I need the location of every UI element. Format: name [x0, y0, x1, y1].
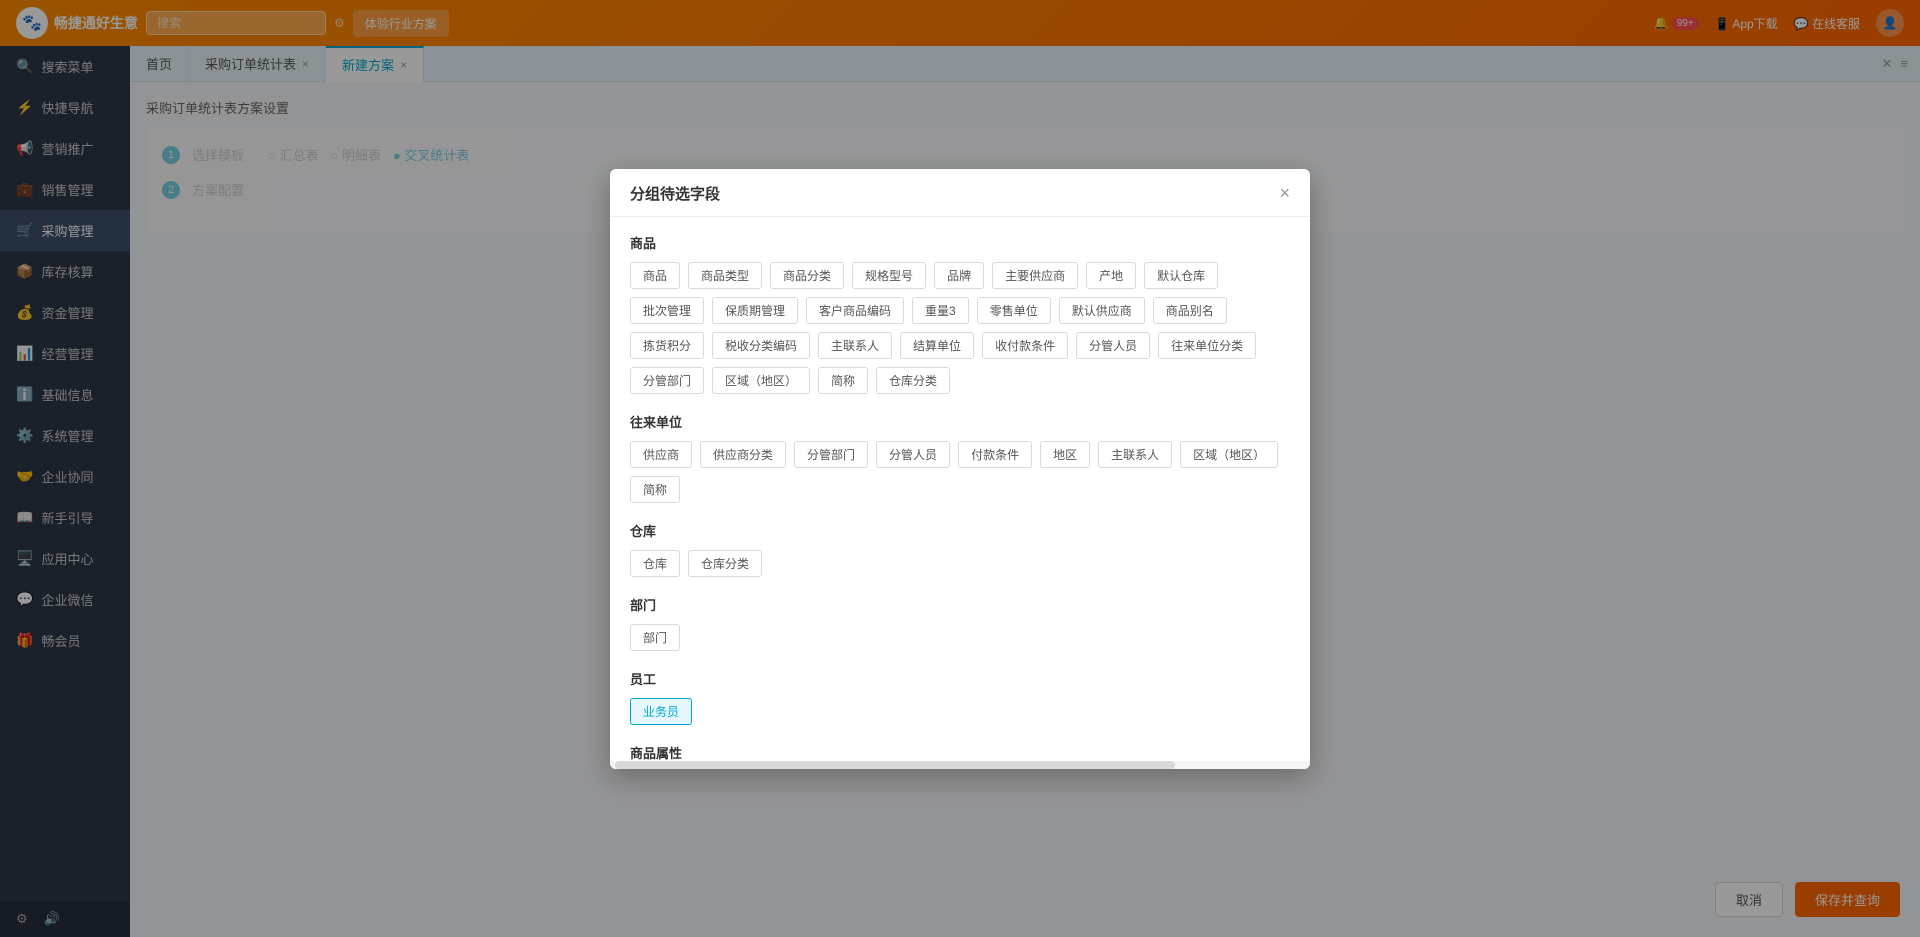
field-tag-tax-code[interactable]: 税收分类编码	[712, 332, 810, 359]
field-tag-supplier-cat[interactable]: 供应商分类	[700, 441, 786, 468]
field-tag-batch-mgmt[interactable]: 批次管理	[630, 297, 704, 324]
modal-header: 分组待选字段 ×	[610, 169, 1310, 217]
section-product: 商品 商品 商品类型 商品分类 规格型号 品牌 主要供应商 产地 默认仓库 批次…	[630, 233, 1290, 394]
section-dept: 部门 部门	[630, 595, 1290, 651]
section-partner: 往来单位 供应商 供应商分类 分管部门 分管人员 付款条件 地区 主联系人 区域…	[630, 412, 1290, 503]
modal-title: 分组待选字段	[630, 183, 720, 204]
field-tag-main-contact[interactable]: 主联系人	[818, 332, 892, 359]
field-tag-unit-category[interactable]: 往来单位分类	[1158, 332, 1256, 359]
modal-hscroll[interactable]	[610, 761, 1310, 769]
field-tag-product-type[interactable]: 商品类型	[688, 262, 762, 289]
field-tag-supervisor[interactable]: 分管人员	[1076, 332, 1150, 359]
field-tag-wh-cat[interactable]: 仓库分类	[688, 550, 762, 577]
field-tag-partner-region[interactable]: 区域（地区）	[1180, 441, 1278, 468]
section-warehouse-title: 仓库	[630, 521, 1290, 540]
section-partner-title: 往来单位	[630, 412, 1290, 431]
field-tag-default-supplier[interactable]: 默认供应商	[1059, 297, 1145, 324]
field-tag-dept[interactable]: 分管部门	[630, 367, 704, 394]
partner-field-tags: 供应商 供应商分类 分管部门 分管人员 付款条件 地区 主联系人 区域（地区） …	[630, 441, 1290, 503]
modal-close-btn[interactable]: ×	[1279, 184, 1290, 202]
field-tag-abbrev[interactable]: 简称	[818, 367, 868, 394]
section-employee-title: 员工	[630, 669, 1290, 688]
field-tag-customer-code[interactable]: 客户商品编码	[806, 297, 904, 324]
field-tag-payment-terms[interactable]: 收付款条件	[982, 332, 1068, 359]
field-tag-origin[interactable]: 产地	[1086, 262, 1136, 289]
product-field-tags: 商品 商品类型 商品分类 规格型号 品牌 主要供应商 产地 默认仓库 批次管理 …	[630, 262, 1290, 394]
field-tag-expiry-mgmt[interactable]: 保质期管理	[712, 297, 798, 324]
modal-body: 商品 商品 商品类型 商品分类 规格型号 品牌 主要供应商 产地 默认仓库 批次…	[610, 217, 1310, 761]
field-tag-partner-dept[interactable]: 分管部门	[794, 441, 868, 468]
section-product-title: 商品	[630, 233, 1290, 252]
field-tag-partner-contact[interactable]: 主联系人	[1098, 441, 1172, 468]
field-tag-brand[interactable]: 品牌	[934, 262, 984, 289]
field-tag-weight[interactable]: 重量3	[912, 297, 969, 324]
field-tag-payment-cond[interactable]: 付款条件	[958, 441, 1032, 468]
field-tag-pick-points[interactable]: 拣货积分	[630, 332, 704, 359]
field-tag-main-supplier[interactable]: 主要供应商	[992, 262, 1078, 289]
section-warehouse: 仓库 仓库 仓库分类	[630, 521, 1290, 577]
field-tag-product-category[interactable]: 商品分类	[770, 262, 844, 289]
field-tag-default-warehouse[interactable]: 默认仓库	[1144, 262, 1218, 289]
section-product-attr: 商品属性 属性 颜色 多规格 尺码 鞋码 1	[630, 743, 1290, 761]
field-tag-region[interactable]: 区域（地区）	[712, 367, 810, 394]
modal-overlay: 分组待选字段 × 商品 商品 商品类型 商品分类 规格型号 品牌 主要供应商 产…	[0, 0, 1920, 937]
field-tag-wh[interactable]: 仓库	[630, 550, 680, 577]
warehouse-field-tags: 仓库 仓库分类	[630, 550, 1290, 577]
field-tag-partner-abbrev[interactable]: 简称	[630, 476, 680, 503]
field-tag-area[interactable]: 地区	[1040, 441, 1090, 468]
section-dept-title: 部门	[630, 595, 1290, 614]
field-tag-warehouse-cat[interactable]: 仓库分类	[876, 367, 950, 394]
field-tag-settlement-unit[interactable]: 结算单位	[900, 332, 974, 359]
section-attr-title: 商品属性	[630, 743, 1290, 761]
field-tag-supplier[interactable]: 供应商	[630, 441, 692, 468]
field-selection-modal: 分组待选字段 × 商品 商品 商品类型 商品分类 规格型号 品牌 主要供应商 产…	[610, 169, 1310, 769]
field-tag-product-alias[interactable]: 商品别名	[1153, 297, 1227, 324]
dept-field-tags: 部门	[630, 624, 1290, 651]
field-tag-department[interactable]: 部门	[630, 624, 680, 651]
field-tag-salesperson[interactable]: 业务员	[630, 698, 692, 725]
modal-hscroll-thumb[interactable]	[615, 761, 1175, 769]
field-tag-spec-model[interactable]: 规格型号	[852, 262, 926, 289]
section-employee: 员工 业务员	[630, 669, 1290, 725]
employee-field-tags: 业务员	[630, 698, 1290, 725]
field-tag-retail-unit[interactable]: 零售单位	[977, 297, 1051, 324]
field-tag-product[interactable]: 商品	[630, 262, 680, 289]
field-tag-partner-person[interactable]: 分管人员	[876, 441, 950, 468]
